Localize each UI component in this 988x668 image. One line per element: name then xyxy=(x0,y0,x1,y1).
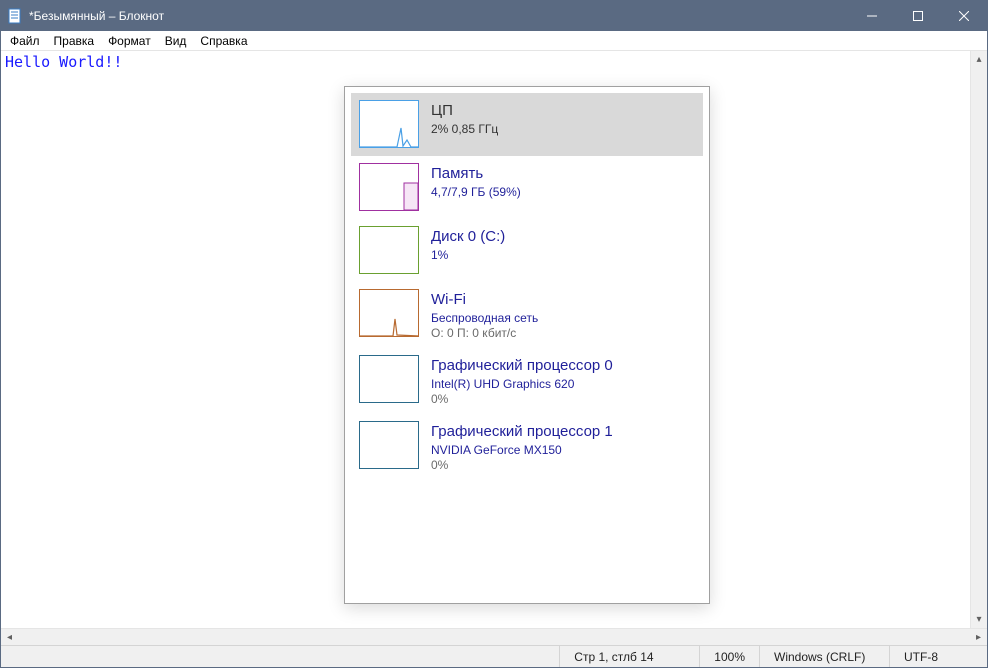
status-position: Стр 1, стлб 14 xyxy=(559,646,699,667)
taskmgr-item[interactable]: Графический процессор 1 NVIDIA GeForce MX… xyxy=(351,414,703,480)
taskmgr-item-body: Память 4,7/7,9 ГБ (59%) xyxy=(431,163,695,200)
taskmgr-sparkline-icon xyxy=(359,355,419,403)
taskmgr-item[interactable]: Wi-Fi Беспроводная сетьО: 0 П: 0 кбит/с xyxy=(351,282,703,348)
taskmgr-sparkline-icon xyxy=(359,289,419,337)
vertical-scrollbar[interactable]: ▴ ▾ xyxy=(970,51,987,628)
taskmgr-item-sub: 1% xyxy=(431,248,695,262)
menu-view[interactable]: Вид xyxy=(158,32,194,50)
taskmgr-panel: ЦП 2% 0,85 ГГц Память 4,7/7,9 ГБ (59%) Диск … xyxy=(344,86,710,604)
minimize-button[interactable] xyxy=(849,1,895,31)
menu-help[interactable]: Справка xyxy=(193,32,254,50)
maximize-icon xyxy=(913,11,923,21)
taskmgr-item-sub: 2% 0,85 ГГц xyxy=(431,122,695,136)
titlebar-left: *Безымянный – Блокнот xyxy=(1,8,164,24)
status-line-ending: Windows (CRLF) xyxy=(759,646,889,667)
taskmgr-item[interactable]: Диск 0 (C:) 1% xyxy=(351,219,703,282)
taskmgr-item-sub2: О: 0 П: 0 кбит/с xyxy=(431,326,695,340)
maximize-button[interactable] xyxy=(895,1,941,31)
statusbar: Стр 1, стлб 14 100% Windows (CRLF) UTF-8 xyxy=(1,645,987,667)
horizontal-scrollbar[interactable]: ◂ ▸ xyxy=(1,628,987,645)
taskmgr-item[interactable]: Графический процессор 0 Intel(R) UHD Grap… xyxy=(351,348,703,414)
taskmgr-item-title: Графический процессор 1 xyxy=(431,423,695,440)
scroll-down-icon[interactable]: ▾ xyxy=(971,611,987,628)
scroll-up-icon[interactable]: ▴ xyxy=(971,51,987,68)
menubar: Файл Правка Формат Вид Справка xyxy=(1,31,987,51)
taskmgr-item-body: Диск 0 (C:) 1% xyxy=(431,226,695,263)
menu-edit[interactable]: Правка xyxy=(47,32,102,50)
menu-file[interactable]: Файл xyxy=(3,32,47,50)
titlebar: *Безымянный – Блокнот xyxy=(1,1,987,31)
taskmgr-item-body: Графический процессор 1 NVIDIA GeForce MX… xyxy=(431,421,695,472)
taskmgr-item-title: Диск 0 (C:) xyxy=(431,228,695,245)
minimize-icon xyxy=(867,11,877,21)
taskmgr-sparkline-icon xyxy=(359,163,419,211)
taskmgr-sparkline-icon xyxy=(359,421,419,469)
taskmgr-item[interactable]: ЦП 2% 0,85 ГГц xyxy=(351,93,703,156)
taskmgr-item-sub: 4,7/7,9 ГБ (59%) xyxy=(431,185,695,199)
taskmgr-item-title: Память xyxy=(431,165,695,182)
taskmgr-item-sub: NVIDIA GeForce MX150 xyxy=(431,443,695,457)
close-button[interactable] xyxy=(941,1,987,31)
close-icon xyxy=(959,11,969,21)
taskmgr-item[interactable]: Память 4,7/7,9 ГБ (59%) xyxy=(351,156,703,219)
taskmgr-item-body: ЦП 2% 0,85 ГГц xyxy=(431,100,695,137)
taskmgr-item-title: Графический процессор 0 xyxy=(431,357,695,374)
taskmgr-item-sub2: 0% xyxy=(431,458,695,472)
menu-format[interactable]: Формат xyxy=(101,32,158,50)
taskmgr-item-body: Графический процессор 0 Intel(R) UHD Grap… xyxy=(431,355,695,406)
status-zoom: 100% xyxy=(699,646,759,667)
taskmgr-item-title: Wi-Fi xyxy=(431,291,695,308)
taskmgr-item-sub: Беспроводная сеть xyxy=(431,311,695,325)
taskmgr-item-sub2: 0% xyxy=(431,392,695,406)
notepad-icon xyxy=(7,8,23,24)
taskmgr-item-sub: Intel(R) UHD Graphics 620 xyxy=(431,377,695,391)
taskmgr-sparkline-icon xyxy=(359,226,419,274)
window-title: *Безымянный – Блокнот xyxy=(29,9,164,23)
scroll-left-icon[interactable]: ◂ xyxy=(1,629,18,646)
scroll-right-icon[interactable]: ▸ xyxy=(970,629,987,646)
status-encoding: UTF-8 xyxy=(889,646,987,667)
taskmgr-item-title: ЦП xyxy=(431,102,695,119)
caption-buttons xyxy=(849,1,987,31)
taskmgr-item-body: Wi-Fi Беспроводная сетьО: 0 П: 0 кбит/с xyxy=(431,289,695,340)
taskmgr-sparkline-icon xyxy=(359,100,419,148)
